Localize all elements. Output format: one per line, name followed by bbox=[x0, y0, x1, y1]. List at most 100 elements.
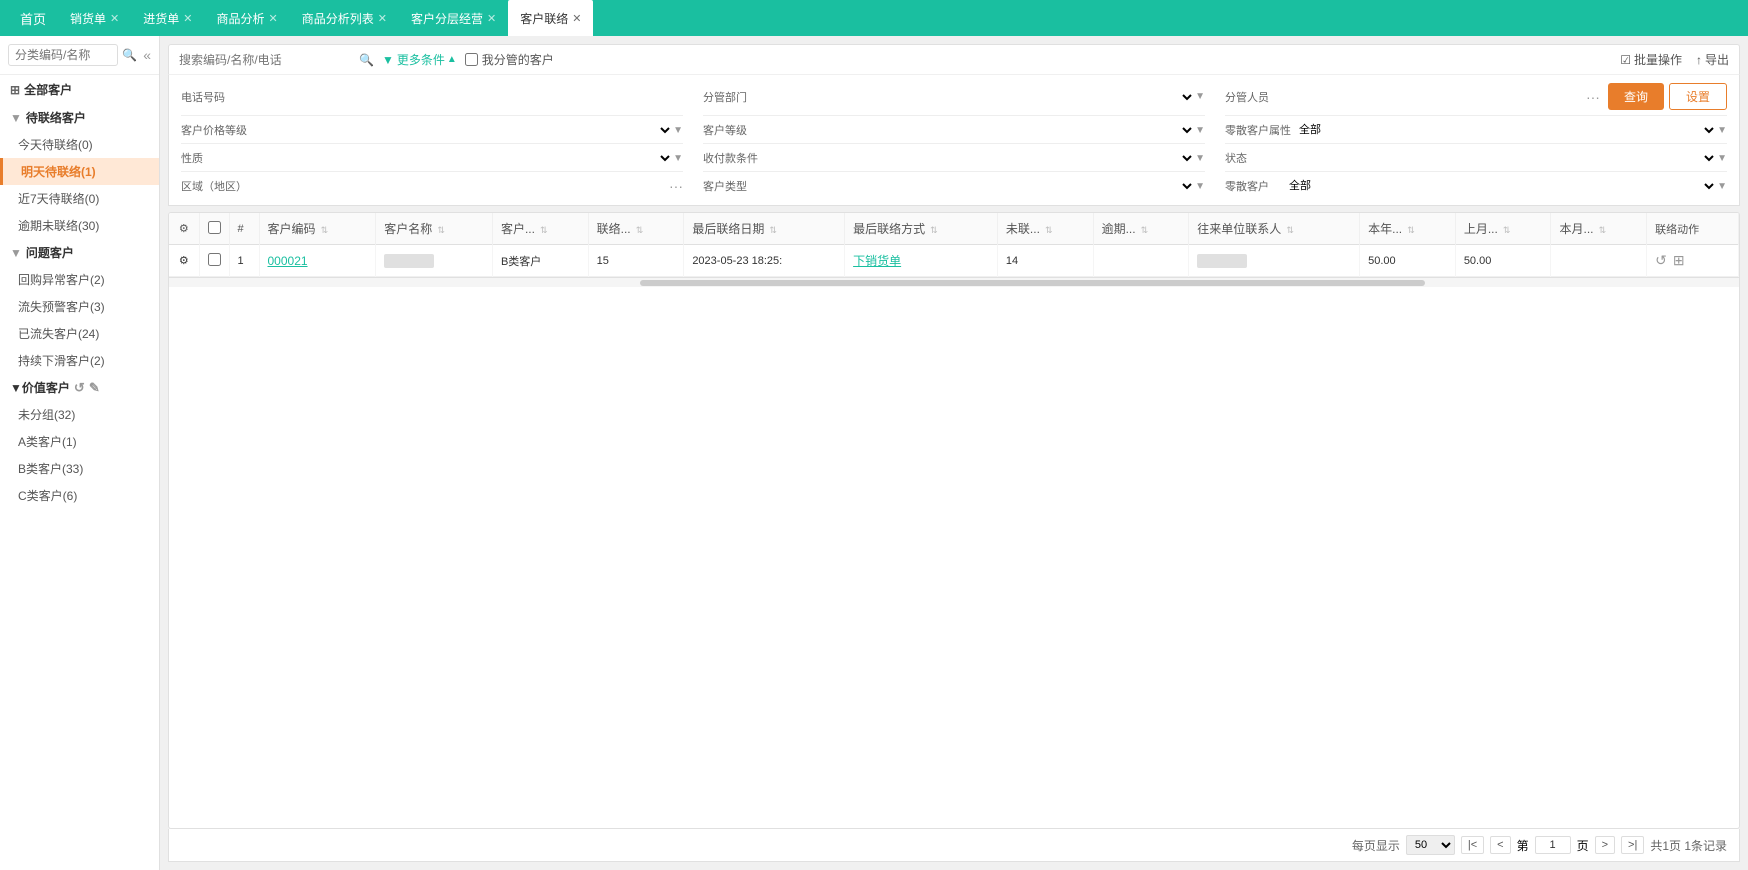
row-last-way[interactable]: 下销货单 bbox=[845, 245, 998, 277]
nav-home[interactable]: 首页 bbox=[8, 0, 58, 36]
col-this-month[interactable]: 本月... ⇅ bbox=[1551, 213, 1647, 245]
my-customers-checkbox[interactable] bbox=[465, 53, 478, 66]
search-input[interactable] bbox=[179, 53, 359, 67]
filter-dept-select[interactable] bbox=[763, 90, 1195, 104]
chevron-down-icon-type: ▼ bbox=[1195, 181, 1205, 192]
row-action-icon-2[interactable]: ⊞ bbox=[1673, 252, 1685, 269]
filter-payment-select[interactable] bbox=[763, 151, 1195, 165]
col-name[interactable]: 客户名称 ⇅ bbox=[376, 213, 493, 245]
sidebar-group-problem[interactable]: ▼ 问题客户 bbox=[0, 239, 159, 266]
more-conditions-btn[interactable]: ▼ 更多条件 ▲ bbox=[382, 51, 457, 68]
close-purchase-order-icon[interactable]: ✕ bbox=[183, 12, 192, 25]
sidebar-item-7days-contact[interactable]: 近7天待联络(0) bbox=[0, 185, 159, 212]
set-button[interactable]: 设置 bbox=[1669, 83, 1727, 110]
col-code[interactable]: 客户编码 ⇅ bbox=[259, 213, 376, 245]
horizontal-scrollbar[interactable] bbox=[169, 277, 1739, 287]
sidebar-search-icon[interactable]: 🔍 bbox=[122, 48, 137, 62]
nav-customer-tier[interactable]: 客户分层经营 ✕ bbox=[399, 0, 508, 36]
col-contacts2[interactable]: 往来单位联系人 ⇅ bbox=[1189, 213, 1360, 245]
filter-panel: 电话号码 分管部门 ▼ 分管人员 ··· 查询 设置 bbox=[168, 74, 1740, 206]
row-checkbox[interactable] bbox=[199, 245, 229, 277]
filter-cust-type-select[interactable] bbox=[763, 179, 1195, 193]
row-select-checkbox[interactable] bbox=[208, 253, 221, 266]
row-uncontact: 14 bbox=[997, 245, 1093, 277]
content-area: 🔍 ▼ 更多条件 ▲ 我分管的客户 ☑ 批量操作 ↑ 导出 bbox=[160, 36, 1748, 870]
col-last-way[interactable]: 最后联络方式 ⇅ bbox=[845, 213, 998, 245]
col-checkbox[interactable] bbox=[199, 213, 229, 245]
dots-icon-manager[interactable]: ··· bbox=[1586, 89, 1600, 105]
sidebar-item-churn-warning[interactable]: 流失预警客户(3) bbox=[0, 293, 159, 320]
per-page-select[interactable]: 50 100 200 bbox=[1406, 835, 1455, 855]
row-name[interactable] bbox=[376, 245, 493, 277]
col-last-month[interactable]: 上月... ⇅ bbox=[1455, 213, 1551, 245]
nav-sales-order[interactable]: 销货单 ✕ bbox=[58, 0, 131, 36]
col-uncontact[interactable]: 未联... ⇅ bbox=[997, 213, 1093, 245]
filter-nature: 性质 ▼ bbox=[181, 150, 683, 172]
filter-retail-select[interactable]: 全部 bbox=[1285, 179, 1717, 193]
row-action-icon-1[interactable]: ↺ bbox=[1655, 252, 1667, 269]
filter-price-level-select[interactable] bbox=[251, 123, 673, 137]
sidebar-item-declining[interactable]: 持续下滑客户(2) bbox=[0, 347, 159, 374]
col-contacts[interactable]: 联络... ⇅ bbox=[588, 213, 684, 245]
nav-product-analysis[interactable]: 商品分析 ✕ bbox=[204, 0, 289, 36]
query-button[interactable]: 查询 bbox=[1608, 83, 1664, 110]
sidebar-collapse-icon[interactable]: « bbox=[143, 47, 151, 63]
filter-cust-level-select[interactable] bbox=[763, 123, 1195, 137]
close-product-analysis-list-icon[interactable]: ✕ bbox=[378, 12, 387, 25]
row-code[interactable]: 000021 bbox=[259, 245, 376, 277]
batch-action-btn[interactable]: ☑ 批量操作 bbox=[1620, 51, 1682, 68]
nav-purchase-order[interactable]: 进货单 ✕ bbox=[131, 0, 204, 36]
row-gear[interactable]: ⚙ bbox=[169, 245, 199, 277]
col-this-year[interactable]: 本年... ⇅ bbox=[1360, 213, 1456, 245]
search-icon[interactable]: 🔍 bbox=[359, 53, 374, 67]
col-gear[interactable]: ⚙ bbox=[169, 213, 199, 245]
filter-cust-type-label: 客户类型 bbox=[703, 178, 763, 194]
sidebar-item-overdue-contact[interactable]: 逾期未联络(30) bbox=[0, 212, 159, 239]
sidebar-item-churned[interactable]: 已流失客户(24) bbox=[0, 320, 159, 347]
prev-page-btn[interactable]: < bbox=[1490, 836, 1510, 854]
col-cust-type[interactable]: 客户... ⇅ bbox=[492, 213, 588, 245]
sidebar-group-pending[interactable]: ▼ 待联络客户 bbox=[0, 104, 159, 131]
sort-icon-uncontact: ⇅ bbox=[1045, 225, 1053, 235]
col-overdue[interactable]: 逾期... ⇅ bbox=[1093, 213, 1189, 245]
sidebar-item-a-class[interactable]: A类客户(1) bbox=[0, 428, 159, 455]
sidebar-search-input[interactable] bbox=[8, 44, 118, 66]
col-last-date[interactable]: 最后联络日期 ⇅ bbox=[684, 213, 845, 245]
scrollbar-thumb[interactable] bbox=[640, 280, 1425, 286]
filter-retail-attr-select[interactable]: 全部 bbox=[1295, 123, 1717, 137]
filter-nature-select[interactable] bbox=[251, 151, 673, 165]
sidebar-item-repurchase-abnormal[interactable]: 回购异常客户(2) bbox=[0, 266, 159, 293]
chevron-down-icon-level: ▼ bbox=[1195, 125, 1205, 136]
sort-icon-name: ⇅ bbox=[437, 225, 445, 235]
sort-icon-this-month: ⇅ bbox=[1599, 225, 1607, 235]
row-cust-type: B类客户 bbox=[492, 245, 588, 277]
page-number-input[interactable] bbox=[1535, 836, 1571, 854]
last-page-btn[interactable]: >| bbox=[1621, 836, 1644, 854]
sidebar-all-customers[interactable]: ⊞ 全部客户 bbox=[0, 75, 159, 104]
dots-icon-region[interactable]: ··· bbox=[669, 178, 683, 194]
sidebar-group-value[interactable]: ▼ 价值客户 ↺ ✎ bbox=[0, 374, 159, 401]
next-page-btn[interactable]: > bbox=[1595, 836, 1615, 854]
export-btn[interactable]: ↑ 导出 bbox=[1696, 51, 1729, 68]
close-sales-order-icon[interactable]: ✕ bbox=[110, 12, 119, 25]
sidebar-item-c-class[interactable]: C类客户(6) bbox=[0, 482, 159, 509]
select-all-checkbox[interactable] bbox=[208, 221, 221, 234]
refresh-icon[interactable]: ↺ bbox=[74, 380, 85, 396]
nav-product-analysis-list[interactable]: 商品分析列表 ✕ bbox=[290, 0, 399, 36]
edit-icon[interactable]: ✎ bbox=[89, 380, 100, 396]
grid-icon: ⊞ bbox=[10, 83, 20, 97]
nav-customer-contact[interactable]: 客户联络 ✕ bbox=[508, 0, 593, 36]
close-customer-contact-icon[interactable]: ✕ bbox=[572, 12, 581, 25]
close-customer-tier-icon[interactable]: ✕ bbox=[487, 12, 496, 25]
filter-region-label: 区域（地区） bbox=[181, 178, 251, 194]
close-product-analysis-icon[interactable]: ✕ bbox=[269, 12, 278, 25]
row-index: 1 bbox=[229, 245, 259, 277]
filter-phone-input[interactable] bbox=[251, 91, 683, 103]
first-page-btn[interactable]: |< bbox=[1461, 836, 1484, 854]
filter-retail-label: 零散客户 bbox=[1225, 178, 1285, 194]
sidebar-item-ungrouped[interactable]: 未分组(32) bbox=[0, 401, 159, 428]
filter-status-select[interactable] bbox=[1285, 151, 1717, 165]
sidebar-item-b-class[interactable]: B类客户(33) bbox=[0, 455, 159, 482]
sidebar-item-today-contact[interactable]: 今天待联络(0) bbox=[0, 131, 159, 158]
sidebar-item-tomorrow-contact[interactable]: 明天待联络(1) bbox=[0, 158, 159, 185]
